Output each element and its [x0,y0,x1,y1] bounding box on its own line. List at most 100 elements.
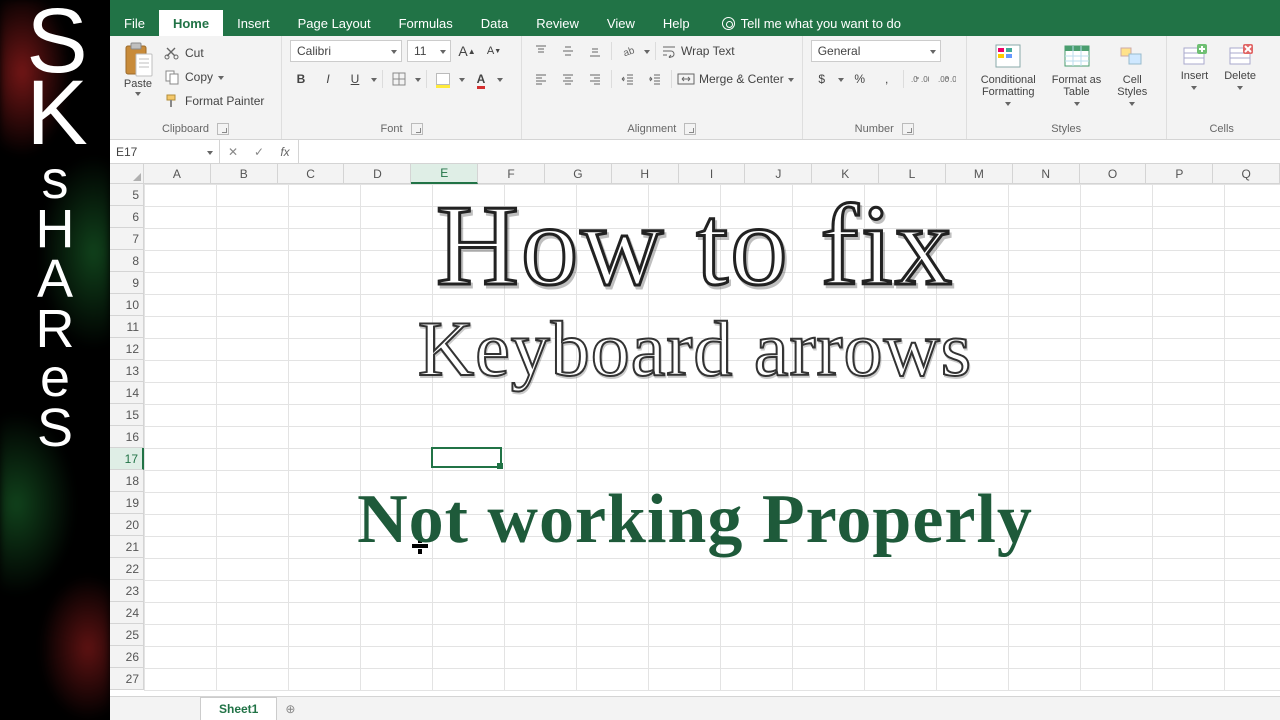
row-header-6[interactable]: 6 [110,206,144,228]
format-as-table-button[interactable]: Format as Table [1046,40,1108,108]
decrease-decimal-button[interactable]: .00.0 [936,69,958,89]
worksheet-grid[interactable]: ABCDEFGHIJKLMNOPQ 5678910111213141516171… [110,164,1280,720]
tab-home[interactable]: Home [159,10,223,36]
copy-button[interactable]: Copy [164,66,264,88]
column-header-C[interactable]: C [278,164,345,184]
row-header-9[interactable]: 9 [110,272,144,294]
fill-color-button[interactable] [432,69,454,89]
row-header-15[interactable]: 15 [110,404,144,426]
chevron-down-icon[interactable] [838,78,844,82]
orientation-button[interactable]: ab [617,41,639,61]
row-header-20[interactable]: 20 [110,514,144,536]
insert-function-button[interactable]: fx [272,145,298,159]
dialog-launcher-icon[interactable] [217,123,229,135]
row-header-16[interactable]: 16 [110,426,144,448]
font-color-button[interactable]: A [470,69,492,89]
currency-button[interactable]: $ [811,69,833,89]
dialog-launcher-icon[interactable] [902,123,914,135]
align-center-button[interactable] [557,69,579,89]
row-header-19[interactable]: 19 [110,492,144,514]
dialog-launcher-icon[interactable] [684,123,696,135]
tell-me[interactable]: Tell me what you want to do [704,10,901,36]
row-header-24[interactable]: 24 [110,602,144,624]
tab-page-layout[interactable]: Page Layout [284,10,385,36]
column-header-G[interactable]: G [545,164,612,184]
row-header-11[interactable]: 11 [110,316,144,338]
tab-file[interactable]: File [110,10,159,36]
increase-indent-button[interactable] [644,69,666,89]
percent-button[interactable]: % [849,69,871,89]
row-header-22[interactable]: 22 [110,558,144,580]
row-header-18[interactable]: 18 [110,470,144,492]
tab-view[interactable]: View [593,10,649,36]
wrap-text-button[interactable]: Wrap Text [661,40,735,62]
conditional-formatting-button[interactable]: Conditional Formatting [975,40,1042,108]
row-header-12[interactable]: 12 [110,338,144,360]
row-header-13[interactable]: 13 [110,360,144,382]
column-header-L[interactable]: L [879,164,946,184]
column-header-J[interactable]: J [745,164,812,184]
column-header-P[interactable]: P [1146,164,1213,184]
tab-review[interactable]: Review [522,10,593,36]
decrease-font-button[interactable]: A▼ [483,41,505,61]
cancel-formula-button[interactable]: ✕ [220,145,246,159]
active-cell[interactable] [431,447,502,468]
sheet-tab-active[interactable]: Sheet1 [200,697,277,720]
chevron-down-icon[interactable] [497,78,503,82]
font-size-combo[interactable]: 11 [407,40,451,62]
align-middle-button[interactable] [557,41,579,61]
increase-font-button[interactable]: A▲ [456,41,478,61]
row-header-21[interactable]: 21 [110,536,144,558]
chevron-down-icon[interactable] [371,78,377,82]
paste-button[interactable]: Paste [118,40,158,98]
tab-data[interactable]: Data [467,10,522,36]
row-header-27[interactable]: 27 [110,668,144,690]
bold-button[interactable]: B [290,69,312,89]
row-header-5[interactable]: 5 [110,184,144,206]
row-header-7[interactable]: 7 [110,228,144,250]
column-header-H[interactable]: H [612,164,679,184]
decrease-indent-button[interactable] [617,69,639,89]
merge-center-button[interactable]: Merge & Center [677,68,794,90]
align-top-button[interactable] [530,41,552,61]
column-header-E[interactable]: E [411,164,478,184]
chevron-down-icon[interactable] [644,50,650,54]
column-header-I[interactable]: I [679,164,746,184]
italic-button[interactable]: I [317,69,339,89]
row-header-17[interactable]: 17 [110,448,144,470]
column-header-K[interactable]: K [812,164,879,184]
delete-cells-button[interactable]: Delete [1218,40,1262,92]
row-header-23[interactable]: 23 [110,580,144,602]
column-header-A[interactable]: A [144,164,211,184]
cell-styles-button[interactable]: Cell Styles [1111,40,1153,108]
dialog-launcher-icon[interactable] [411,123,423,135]
cut-button[interactable]: Cut [164,42,264,64]
formula-input[interactable] [299,140,1280,163]
row-header-10[interactable]: 10 [110,294,144,316]
tab-formulas[interactable]: Formulas [385,10,467,36]
align-right-button[interactable] [584,69,606,89]
row-header-14[interactable]: 14 [110,382,144,404]
tab-help[interactable]: Help [649,10,704,36]
column-header-D[interactable]: D [344,164,411,184]
align-bottom-button[interactable] [584,41,606,61]
font-name-combo[interactable]: Calibri [290,40,402,62]
number-format-combo[interactable]: General [811,40,941,62]
align-left-button[interactable] [530,69,552,89]
column-header-O[interactable]: O [1080,164,1147,184]
row-header-8[interactable]: 8 [110,250,144,272]
chevron-down-icon[interactable] [459,78,465,82]
row-header-25[interactable]: 25 [110,624,144,646]
enter-formula-button[interactable]: ✓ [246,145,272,159]
chevron-down-icon[interactable] [415,78,421,82]
select-all-button[interactable] [110,164,144,184]
increase-decimal-button[interactable]: .0.00 [909,69,931,89]
name-box[interactable]: E17 [110,140,220,163]
cells-area[interactable] [144,184,1280,720]
format-painter-button[interactable]: Format Painter [164,90,264,112]
border-button[interactable] [388,69,410,89]
column-header-F[interactable]: F [478,164,545,184]
column-header-Q[interactable]: Q [1213,164,1280,184]
underline-button[interactable]: U [344,69,366,89]
insert-cells-button[interactable]: Insert [1175,40,1215,92]
